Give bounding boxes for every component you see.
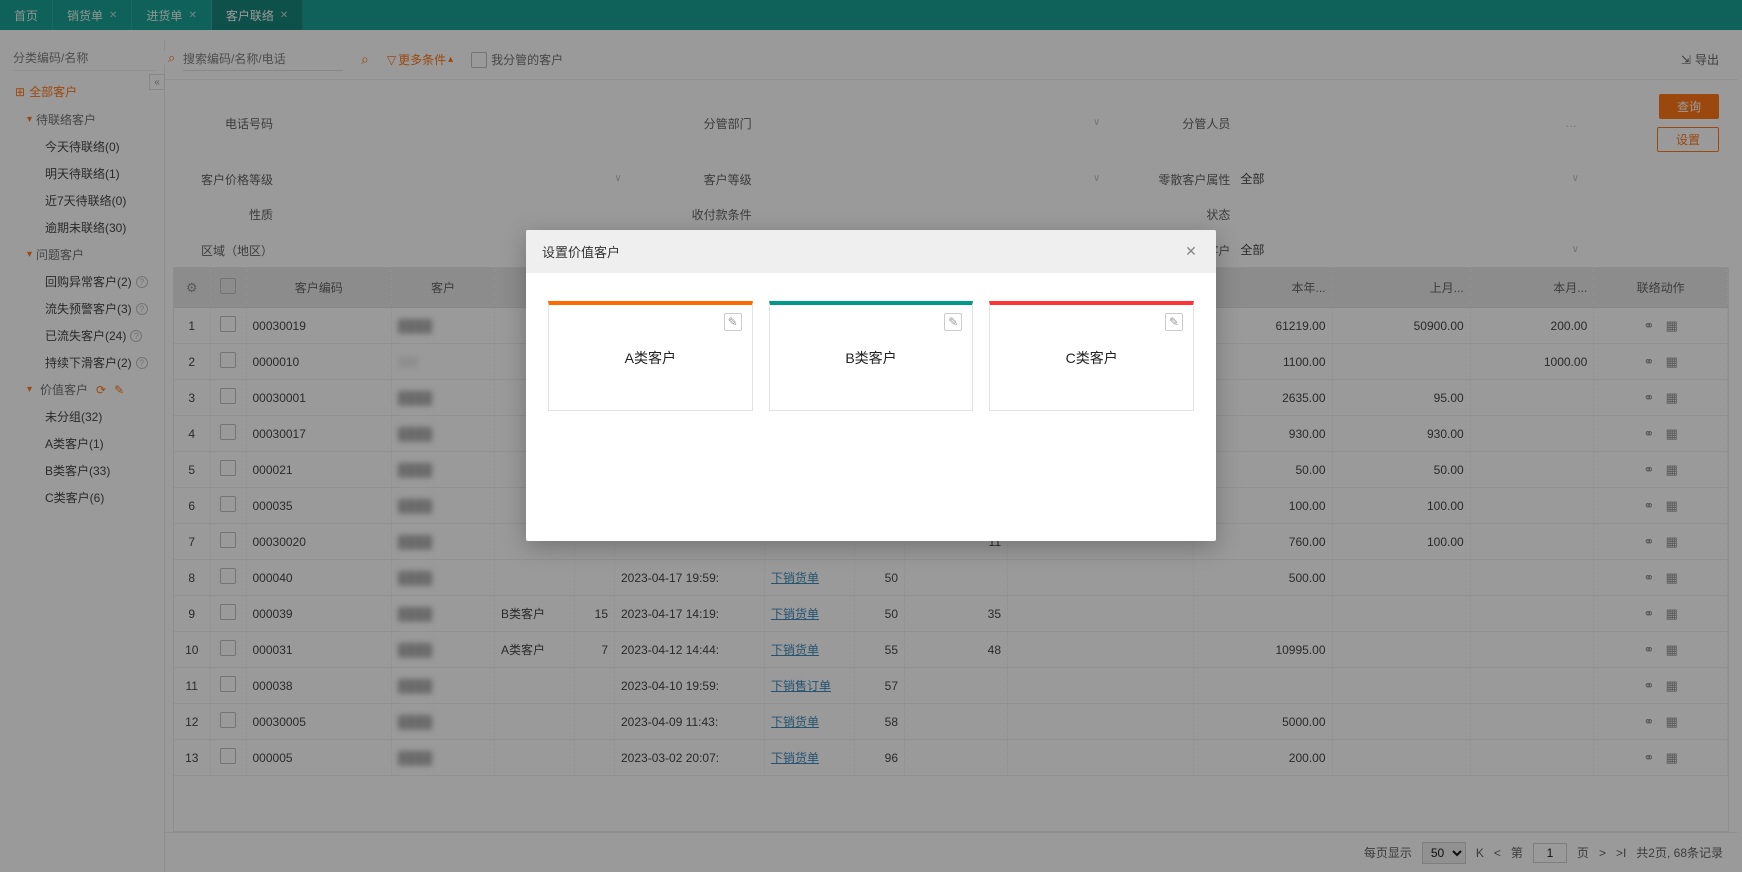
close-icon[interactable]: ✕ bbox=[1182, 243, 1200, 260]
value-card-B[interactable]: ✎ B类客户 bbox=[769, 301, 974, 411]
modal-title: 设置价值客户 bbox=[542, 242, 620, 261]
value-card-C[interactable]: ✎ C类客户 bbox=[989, 301, 1194, 411]
edit-icon[interactable]: ✎ bbox=[1165, 313, 1183, 331]
edit-icon[interactable]: ✎ bbox=[724, 313, 742, 331]
value-card-A[interactable]: ✎ A类客户 bbox=[548, 301, 753, 411]
modal-overlay: 设置价值客户 ✕ ✎ A类客户 ✎ B类客户 ✎ C类客户 bbox=[0, 0, 1742, 872]
edit-icon[interactable]: ✎ bbox=[944, 313, 962, 331]
value-customer-modal: 设置价值客户 ✕ ✎ A类客户 ✎ B类客户 ✎ C类客户 bbox=[526, 230, 1216, 541]
